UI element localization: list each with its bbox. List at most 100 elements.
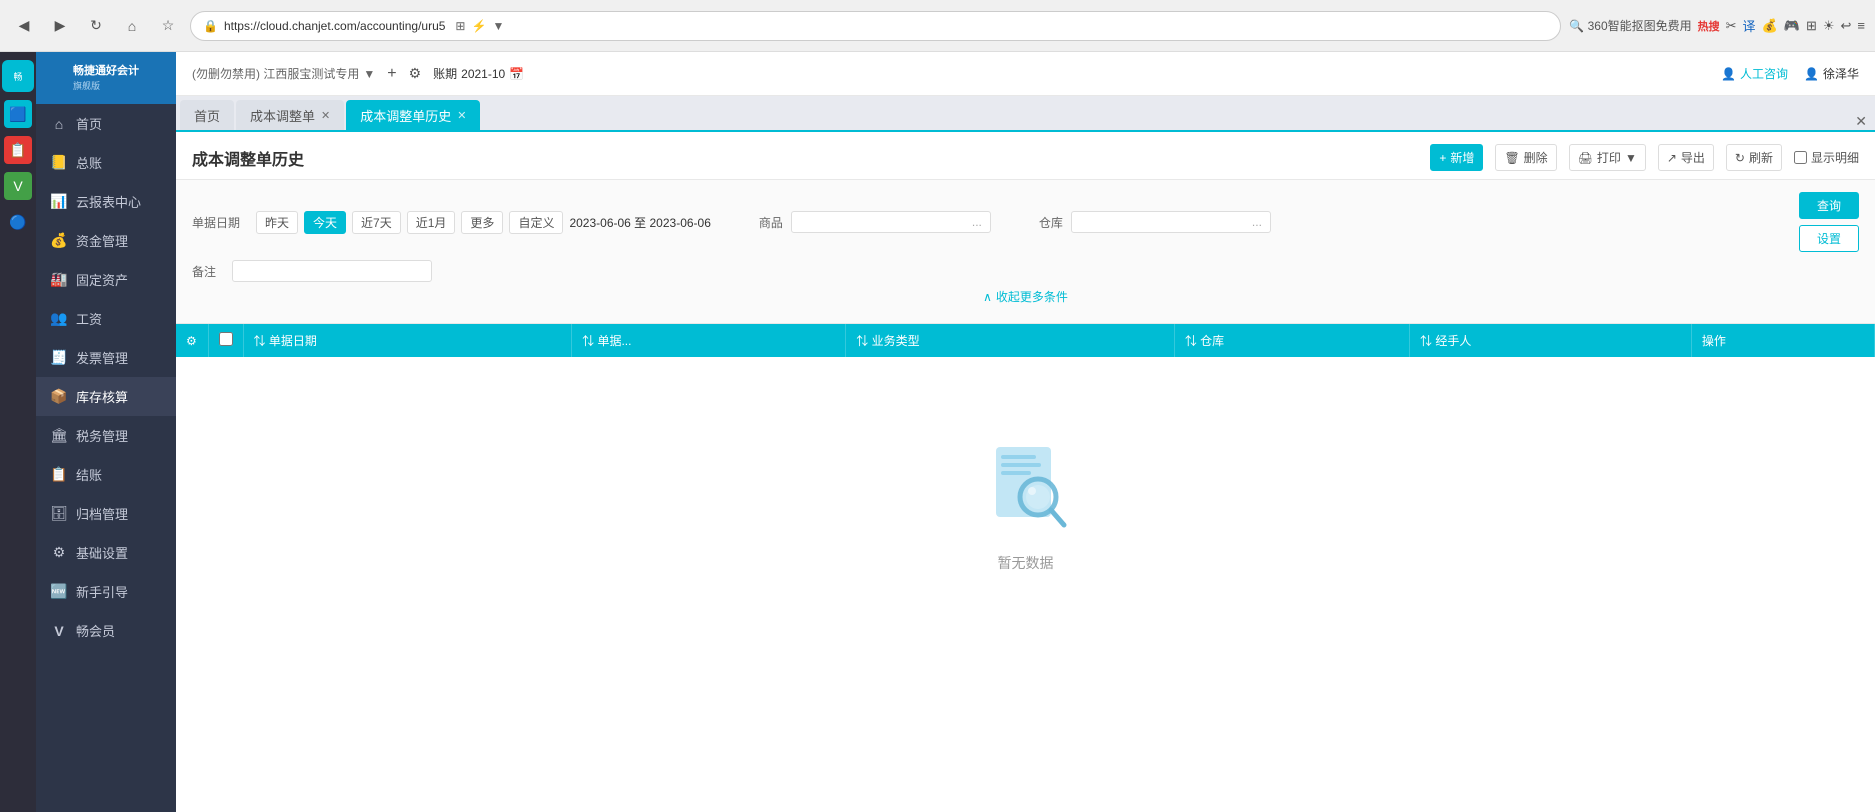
sidebar-item-reports[interactable]: 📊 云报表中心: [36, 182, 176, 221]
sidebar-item-guide[interactable]: 🆕 新手引导: [36, 572, 176, 611]
refresh-btn[interactable]: ↻ 刷新: [1726, 144, 1782, 171]
sidebar-item-settings[interactable]: ⚙ 基础设置: [36, 533, 176, 572]
sidebar-item-salary[interactable]: 👥 工资: [36, 299, 176, 338]
user-menu[interactable]: 👤 徐泽华: [1804, 65, 1859, 82]
th-handler[interactable]: ⇅ 经手人: [1409, 324, 1691, 357]
tab-cost-adjust-history[interactable]: 成本调整单历史 ✕: [346, 100, 480, 130]
address-bar[interactable]: 🔒 https://cloud.chanjet.com/accounting/u…: [190, 11, 1561, 41]
browser-home-btn[interactable]: ⌂: [118, 12, 146, 40]
tabs-close-all-btn[interactable]: ✕: [1855, 113, 1867, 130]
date-btn-1month[interactable]: 近1月: [407, 211, 456, 234]
search-btn[interactable]: 查询: [1799, 192, 1859, 219]
tab-cost-adjust-close[interactable]: ✕: [321, 109, 330, 122]
date-range-display: 2023-06-06 至 2023-06-06: [569, 214, 710, 231]
print-dropdown-icon[interactable]: ▼: [1625, 151, 1637, 165]
translate-icon: 译: [1743, 16, 1756, 35]
trash-icon: 🗑: [1504, 151, 1519, 165]
remark-input[interactable]: [232, 260, 432, 282]
settings-gear-icon[interactable]: ⚙: [409, 65, 422, 82]
sidebar-item-vip[interactable]: V 畅会员: [36, 611, 176, 650]
sort-number-icon: ⇅: [582, 334, 594, 348]
icon-bar-item-1[interactable]: 🟦: [4, 100, 32, 128]
sidebar-item-archive[interactable]: 🗄 归档管理: [36, 494, 176, 533]
sidebar-item-fixed-assets[interactable]: 🏭 固定资产: [36, 260, 176, 299]
th-number[interactable]: ⇅ 单据...: [572, 324, 846, 357]
browser-dropdown-btn[interactable]: ▼: [492, 19, 504, 33]
th-warehouse[interactable]: ⇅ 仓库: [1174, 324, 1409, 357]
wallet-icon: 💰: [1762, 18, 1778, 34]
show-cols-toggle[interactable]: 显示明细: [1794, 149, 1859, 166]
sidebar-label-vip: 畅会员: [76, 621, 115, 640]
apps-icon: ⊞: [1806, 18, 1817, 34]
sidebar-item-funds[interactable]: 💰 资金管理: [36, 221, 176, 260]
select-all-checkbox[interactable]: [219, 332, 233, 346]
browser-star-btn[interactable]: ☆: [154, 12, 182, 40]
period-selector[interactable]: 账期 2021-10 📅: [433, 65, 524, 82]
delete-btn[interactable]: 🗑 删除: [1495, 144, 1556, 171]
browser-back-btn[interactable]: ◀: [10, 12, 38, 40]
tab-cost-adjust-history-close[interactable]: ✕: [457, 109, 466, 122]
sidebar-item-ledger[interactable]: 📒 总账: [36, 143, 176, 182]
collapse-filter-btn[interactable]: ∧ 收起更多条件: [192, 282, 1859, 311]
warehouse-select-dots[interactable]: ...: [1252, 215, 1262, 229]
sidebar-item-close-accounts[interactable]: 📋 结账: [36, 455, 176, 494]
company-name: (勿删勿禁用) 江西服宝测试专用: [192, 65, 359, 82]
add-org-btn[interactable]: +: [387, 65, 396, 83]
icon-bar-item-3[interactable]: V: [4, 172, 32, 200]
search-hint: 🔍 360智能抠图免费用: [1569, 17, 1691, 34]
th-biz-type[interactable]: ⇅ 业务类型: [846, 324, 1175, 357]
sidebar-label-invoice: 发票管理: [76, 348, 128, 367]
show-cols-checkbox[interactable]: [1794, 151, 1807, 164]
date-btn-more[interactable]: 更多: [461, 211, 503, 234]
refresh-icon: ↻: [1735, 151, 1745, 165]
salary-icon: 👥: [50, 310, 68, 327]
th-settings[interactable]: ⚙: [176, 324, 208, 357]
icon-bar-item-4[interactable]: 🔵: [4, 208, 32, 236]
sidebar-logo-text: 畅捷通好会计: [73, 64, 139, 78]
sidebar-item-invoice[interactable]: 🧾 发票管理: [36, 338, 176, 377]
th-handler-label: 经手人: [1435, 334, 1471, 348]
delete-btn-label: 删除: [1524, 149, 1548, 166]
date-btn-7days[interactable]: 近7天: [352, 211, 401, 234]
main-content: (勿删勿禁用) 江西服宝测试专用 ▼ + ⚙ 账期 2021-10 📅 👤 人工…: [176, 52, 1875, 812]
th-number-label: 单据...: [597, 334, 631, 348]
company-selector[interactable]: (勿删勿禁用) 江西服宝测试专用 ▼: [192, 65, 375, 82]
tab-cost-adjust[interactable]: 成本调整单 ✕: [236, 100, 344, 130]
company-dropdown-icon[interactable]: ▼: [363, 67, 375, 81]
more-icon: ≡: [1857, 18, 1865, 33]
reset-btn[interactable]: 设置: [1799, 225, 1859, 252]
date-btn-custom[interactable]: 自定义: [509, 211, 563, 234]
sidebar-label-close-accounts: 结账: [76, 465, 102, 484]
date-btn-today[interactable]: 今天: [304, 211, 346, 234]
browser-reload-btn[interactable]: ↻: [82, 12, 110, 40]
vip-icon: V: [50, 623, 68, 639]
date-btn-yesterday[interactable]: 昨天: [256, 211, 298, 234]
tab-home[interactable]: 首页: [180, 100, 234, 130]
new-btn[interactable]: + 新增: [1430, 144, 1483, 171]
archive-icon: 🗄: [50, 505, 68, 522]
goods-filter-select[interactable]: ...: [791, 211, 991, 233]
column-settings-icon[interactable]: ⚙: [186, 334, 197, 348]
calendar-icon[interactable]: 📅: [509, 67, 524, 81]
browser-forward-btn[interactable]: ▶: [46, 12, 74, 40]
goods-select-dots[interactable]: ...: [972, 215, 982, 229]
page-title: 成本调整单历史: [192, 146, 304, 170]
sidebar-label-inventory: 库存核算: [76, 387, 128, 406]
export-btn[interactable]: ↗ 导出: [1658, 144, 1714, 171]
sidebar-label-salary: 工资: [76, 309, 102, 328]
print-btn[interactable]: 🖨 打印 ▼: [1569, 144, 1646, 171]
th-date[interactable]: ⇅ 单据日期: [243, 324, 572, 357]
sidebar-item-home[interactable]: ⌂ 首页: [36, 104, 176, 143]
warehouse-filter-select[interactable]: ...: [1071, 211, 1271, 233]
icon-bar-item-2[interactable]: 📋: [4, 136, 32, 164]
consult-btn[interactable]: 👤 人工咨询: [1721, 65, 1788, 82]
browser-chrome: ◀ ▶ ↻ ⌂ ☆ 🔒 https://cloud.chanjet.com/ac…: [0, 0, 1875, 52]
tax-icon: 🏛: [50, 427, 68, 444]
th-checkbox[interactable]: [208, 324, 243, 357]
print-btn-label: 打印: [1597, 149, 1621, 166]
sidebar-item-inventory[interactable]: 📦 库存核算: [36, 377, 176, 416]
ssl-lock-icon: 🔒: [203, 19, 218, 33]
settings-icon: ⚙: [50, 544, 68, 561]
sidebar-item-tax[interactable]: 🏛 税务管理: [36, 416, 176, 455]
top-bar: (勿删勿禁用) 江西服宝测试专用 ▼ + ⚙ 账期 2021-10 📅 👤 人工…: [176, 52, 1875, 96]
